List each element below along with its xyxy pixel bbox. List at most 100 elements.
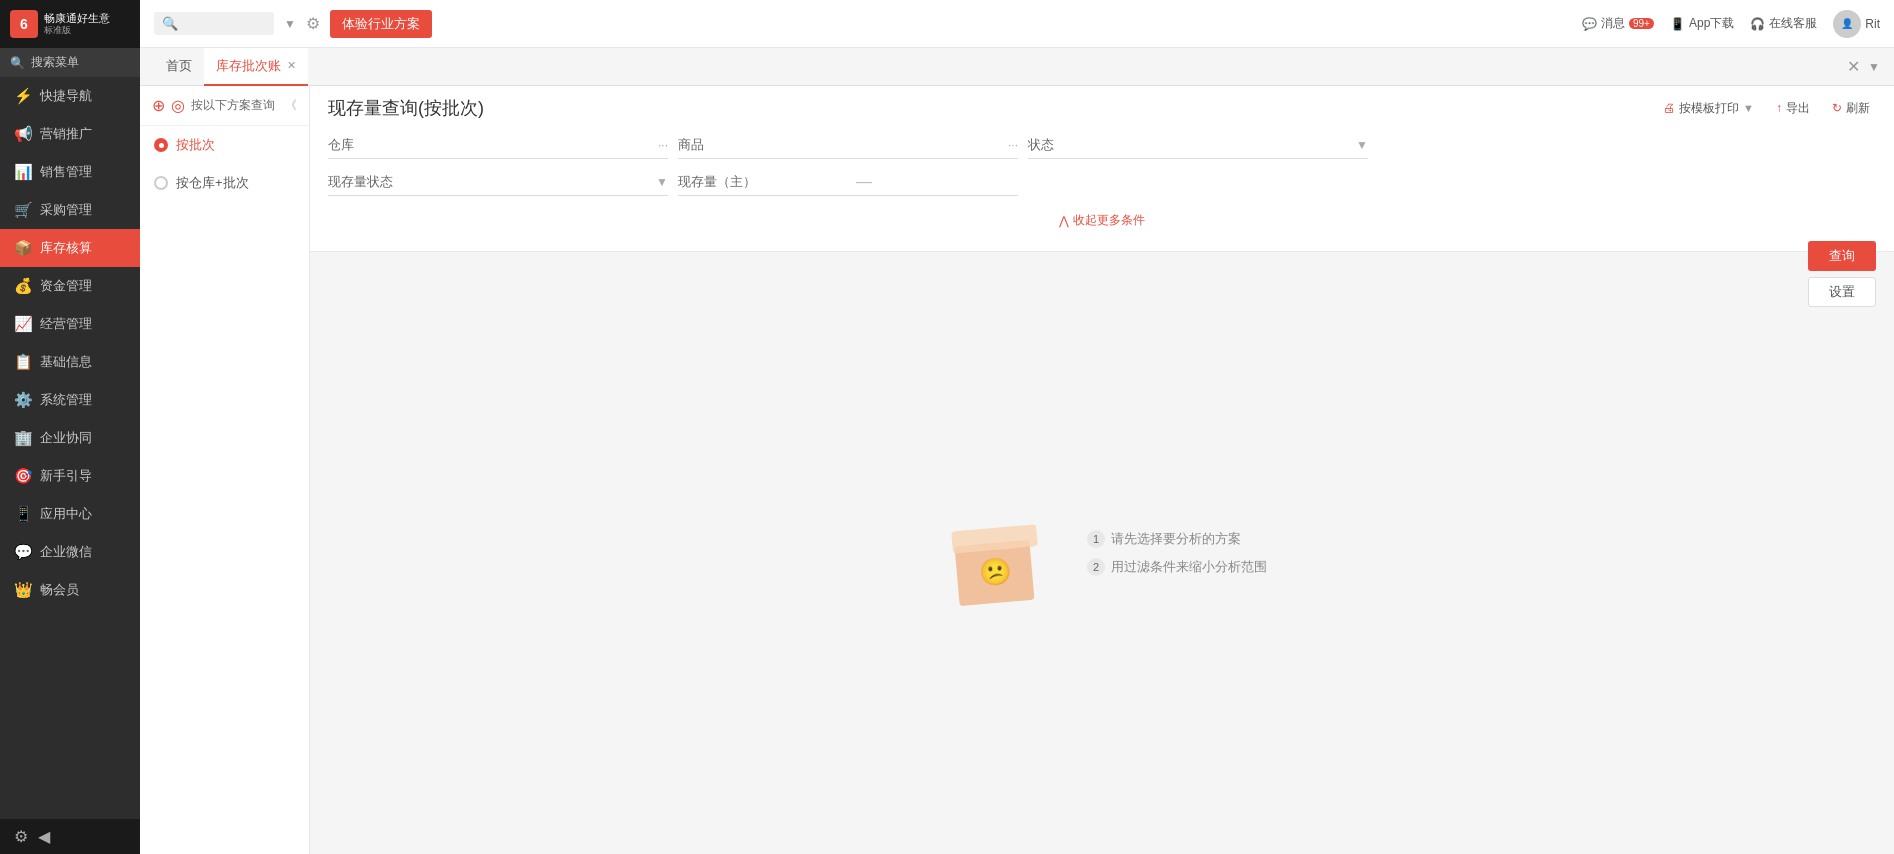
print-icon: 🖨 bbox=[1663, 101, 1675, 115]
tip-1-text: 请先选择要分析的方案 bbox=[1111, 530, 1241, 548]
sidebar-item-quick-nav[interactable]: ⚡ 快捷导航 bbox=[0, 77, 140, 115]
user-group[interactable]: 👤 Rit bbox=[1833, 10, 1880, 38]
sidebar-item-app-center[interactable]: 📱 应用中心 bbox=[0, 495, 140, 533]
topbar-right: 💬 消息 99+ 📱 App下载 🎧 在线客服 👤 Rit bbox=[1582, 10, 1880, 38]
sidebar-item-sales[interactable]: 📊 销售管理 bbox=[0, 153, 140, 191]
messages-group[interactable]: 💬 消息 99+ bbox=[1582, 15, 1654, 32]
goods-field: 商品 ··· bbox=[678, 132, 1018, 159]
query-actions: 🖨 按模板打印 ▼ ↑ 导出 ↻ 刷新 bbox=[1657, 97, 1876, 120]
user-name: Rit bbox=[1865, 17, 1880, 31]
sidebar-item-member[interactable]: 👑 畅会员 bbox=[0, 571, 140, 609]
status-label: 状态 bbox=[1028, 136, 1062, 154]
sidebar: 6 畅康通好生意 标准版 🔍 搜索菜单 ⚡ 快捷导航 📢 营销推广 📊 销售管理… bbox=[0, 0, 140, 854]
sidebar-item-purchase[interactable]: 🛒 采购管理 bbox=[0, 191, 140, 229]
svg-text:😕: 😕 bbox=[978, 554, 1014, 589]
sidebar-item-label: 库存核算 bbox=[40, 239, 92, 257]
inventory-qty-to-input[interactable] bbox=[878, 175, 958, 190]
warehouse-field: 仓库 ··· bbox=[328, 132, 668, 159]
goods-input[interactable] bbox=[712, 138, 1004, 153]
wechat-icon: 💬 bbox=[14, 543, 32, 561]
tab-close-icon[interactable]: ✕ bbox=[287, 59, 296, 72]
goods-label: 商品 bbox=[678, 136, 712, 154]
sidebar-item-label: 企业微信 bbox=[40, 543, 92, 561]
status-field: 状态 ▼ bbox=[1028, 132, 1368, 159]
print-btn[interactable]: 🖨 按模板打印 ▼ bbox=[1657, 97, 1760, 120]
inventory-status-field: 现存量状态 ▼ bbox=[328, 169, 668, 196]
query-title-row: 现存量查询(按批次) 🖨 按模板打印 ▼ ↑ 导出 ↻ bbox=[328, 96, 1876, 120]
warehouse-more-icon[interactable]: ··· bbox=[658, 138, 668, 152]
sidebar-item-enterprise[interactable]: 🏢 企业协同 bbox=[0, 419, 140, 457]
sidebar-item-wechat[interactable]: 💬 企业微信 bbox=[0, 533, 140, 571]
topbar-dropdown-icon[interactable]: ▼ bbox=[284, 17, 296, 31]
app-download-group[interactable]: 📱 App下载 bbox=[1670, 15, 1734, 32]
refresh-label: 刷新 bbox=[1846, 100, 1870, 117]
topbar: 🔍 ▼ ⚙ 体验行业方案 💬 消息 99+ 📱 App下载 🎧 在线客服 👤 bbox=[140, 0, 1894, 48]
filter-item-by-batch-label: 按批次 bbox=[176, 136, 215, 154]
inventory-qty-field: 现存量（主） — bbox=[678, 169, 1018, 196]
settings-button[interactable]: 设置 bbox=[1808, 277, 1876, 307]
sidebar-item-system[interactable]: ⚙️ 系统管理 bbox=[0, 381, 140, 419]
inventory-status-label: 现存量状态 bbox=[328, 173, 401, 191]
enterprise-icon: 🏢 bbox=[14, 429, 32, 447]
export-btn[interactable]: ↑ 导出 bbox=[1770, 97, 1816, 120]
empty-tip-1: 1 请先选择要分析的方案 bbox=[1087, 530, 1267, 548]
settings-icon[interactable]: ⚙ bbox=[14, 827, 28, 846]
sidebar-search[interactable]: 🔍 搜索菜单 bbox=[0, 48, 140, 77]
inventory-status-input[interactable] bbox=[401, 175, 652, 190]
sidebar-item-label: 采购管理 bbox=[40, 201, 92, 219]
refresh-btn[interactable]: ↻ 刷新 bbox=[1826, 97, 1876, 120]
tab-home[interactable]: 首页 bbox=[154, 48, 204, 86]
marketing-icon: 📢 bbox=[14, 125, 32, 143]
filter-item-by-batch[interactable]: 按批次 bbox=[140, 126, 309, 164]
tabs-menu-icon[interactable]: ▼ bbox=[1868, 60, 1880, 74]
export-label: 导出 bbox=[1786, 100, 1810, 117]
filter-item-by-warehouse-batch[interactable]: 按仓库+批次 bbox=[140, 164, 309, 202]
collapse-panel-icon[interactable]: 《 bbox=[285, 97, 297, 114]
inventory-qty-label: 现存量（主） bbox=[678, 173, 764, 191]
topbar-search[interactable]: 🔍 bbox=[154, 12, 274, 35]
newbie-icon: 🎯 bbox=[14, 467, 32, 485]
avatar: 👤 bbox=[1833, 10, 1861, 38]
sidebar-item-label: 销售管理 bbox=[40, 163, 92, 181]
add-scheme-icon[interactable]: ⊕ bbox=[152, 96, 165, 115]
collapse-conditions[interactable]: ⋀ 收起更多条件 bbox=[328, 206, 1876, 235]
topbar-settings-icon[interactable]: ⚙ bbox=[306, 14, 320, 33]
content-area: ⊕ ◎ 按以下方案查询 《 按批次 按仓库+批次 现存量查询(按批次) bbox=[140, 86, 1894, 854]
print-dropdown-icon[interactable]: ▼ bbox=[1743, 102, 1754, 114]
filter-item-by-warehouse-batch-label: 按仓库+批次 bbox=[176, 174, 249, 192]
sidebar-item-newbie[interactable]: 🎯 新手引导 bbox=[0, 457, 140, 495]
sidebar-item-finance[interactable]: 💰 资金管理 bbox=[0, 267, 140, 305]
refresh-icon: ↻ bbox=[1832, 101, 1842, 115]
experience-btn[interactable]: 体验行业方案 bbox=[330, 10, 432, 38]
goods-more-icon[interactable]: ··· bbox=[1008, 138, 1018, 152]
status-input[interactable] bbox=[1062, 138, 1352, 153]
sidebar-item-label: 系统管理 bbox=[40, 391, 92, 409]
sidebar-item-marketing[interactable]: 📢 营销推广 bbox=[0, 115, 140, 153]
collapse-sidebar-icon[interactable]: ◀ bbox=[38, 827, 50, 846]
app-download-icon: 📱 bbox=[1670, 17, 1685, 31]
inventory-status-dropdown-icon[interactable]: ▼ bbox=[656, 175, 668, 189]
sidebar-item-label: 新手引导 bbox=[40, 467, 92, 485]
tab-inventory-batch[interactable]: 库存批次账 ✕ bbox=[204, 48, 308, 86]
sidebar-item-inventory[interactable]: 📦 库存核算 bbox=[0, 229, 140, 267]
sidebar-item-label: 经营管理 bbox=[40, 315, 92, 333]
inventory-qty-from-input[interactable] bbox=[770, 175, 850, 190]
sidebar-item-operation[interactable]: 📈 经营管理 bbox=[0, 305, 140, 343]
radio-by-batch bbox=[154, 138, 168, 152]
settings-scheme-icon[interactable]: ◎ bbox=[171, 96, 185, 115]
action-buttons: 查询 设置 bbox=[1808, 241, 1876, 307]
empty-state: 😕 1 请先选择要分析的方案 2 用过滤条件来缩小分析范围 bbox=[310, 252, 1894, 854]
warehouse-input[interactable] bbox=[362, 138, 654, 153]
app-center-icon: 📱 bbox=[14, 505, 32, 523]
sidebar-item-label: 畅会员 bbox=[40, 581, 79, 599]
edition-label: 标准版 bbox=[44, 25, 110, 37]
sidebar-item-basic[interactable]: 📋 基础信息 bbox=[0, 343, 140, 381]
sidebar-item-label: 营销推广 bbox=[40, 125, 92, 143]
tabs-close-all-icon[interactable]: ✕ bbox=[1847, 57, 1860, 76]
page-title: 现存量查询(按批次) bbox=[328, 96, 484, 120]
message-icon: 💬 bbox=[1582, 17, 1597, 31]
sidebar-item-label: 企业协同 bbox=[40, 429, 92, 447]
status-dropdown-icon[interactable]: ▼ bbox=[1356, 138, 1368, 152]
online-service-group[interactable]: 🎧 在线客服 bbox=[1750, 15, 1817, 32]
query-button[interactable]: 查询 bbox=[1808, 241, 1876, 271]
